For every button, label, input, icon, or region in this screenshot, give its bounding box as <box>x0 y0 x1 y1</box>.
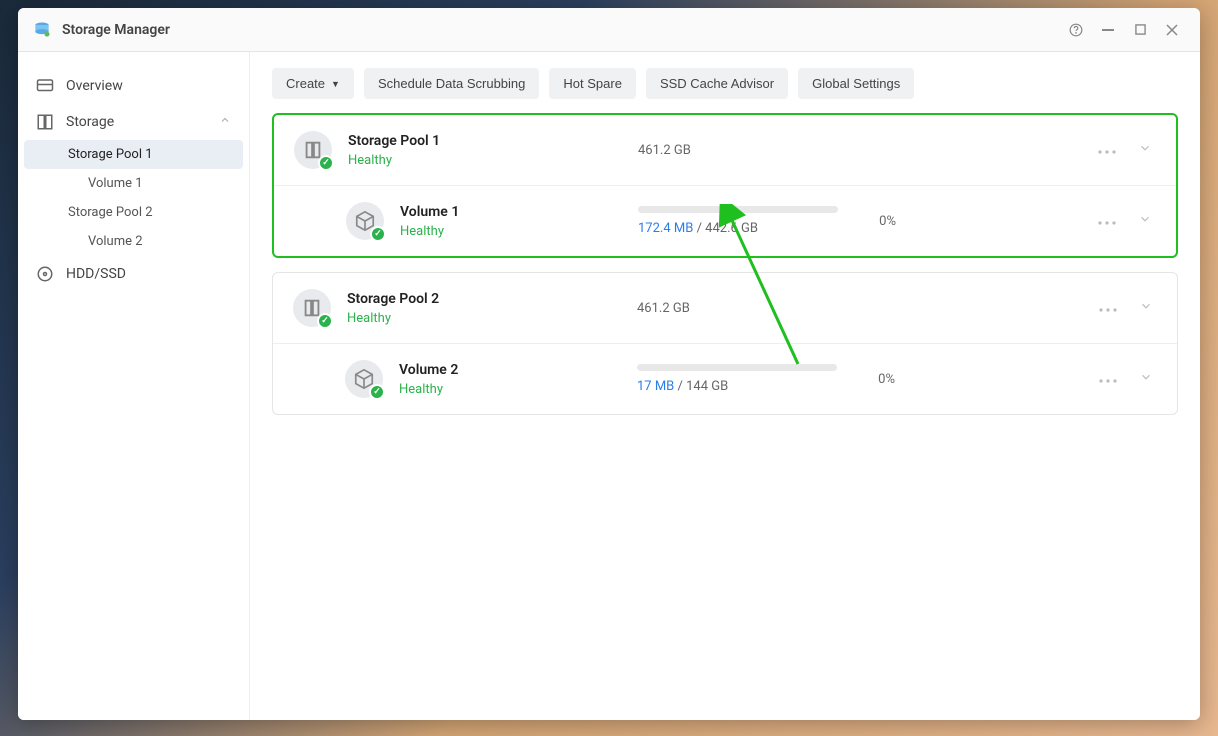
pool-status: Healthy <box>348 153 638 168</box>
volume-status: Healthy <box>400 224 638 239</box>
disk-icon <box>36 265 54 283</box>
main-content: Create ▼ Schedule Data Scrubbing Hot Spa… <box>250 52 1200 720</box>
expand-chevron-icon[interactable] <box>1135 366 1157 392</box>
storage-pool-row-1[interactable]: Storage Pool 1 Healthy 461.2 GB <box>274 115 1176 185</box>
sidebar-item-volume-2[interactable]: Volume 2 <box>24 227 243 256</box>
create-label: Create <box>286 76 325 91</box>
volume-icon <box>345 360 383 398</box>
schedule-scrubbing-button[interactable]: Schedule Data Scrubbing <box>364 68 539 99</box>
sidebar-item-volume-1[interactable]: Volume 1 <box>24 169 243 198</box>
storage-pool-icon <box>294 131 332 169</box>
toolbar: Create ▼ Schedule Data Scrubbing Hot Spa… <box>272 68 1178 99</box>
usage-bar <box>638 206 838 213</box>
overview-icon <box>36 77 54 95</box>
more-actions-button[interactable] <box>1095 368 1121 391</box>
pool-status: Healthy <box>347 311 637 326</box>
window-title: Storage Manager <box>62 22 170 38</box>
storage-pool-icon <box>293 289 331 327</box>
expand-chevron-icon[interactable] <box>1134 208 1156 234</box>
volume-name: Volume 2 <box>399 362 637 378</box>
sidebar-item-storage[interactable]: Storage <box>24 104 243 140</box>
volume-pct: 0% <box>865 372 895 387</box>
global-settings-button[interactable]: Global Settings <box>798 68 914 99</box>
volume-total: 442.6 GB <box>705 221 758 236</box>
caret-down-icon: ▼ <box>331 79 340 89</box>
pool-size: 461.2 GB <box>637 301 690 316</box>
sidebar-storage-label: Storage <box>66 114 114 130</box>
sidebar-item-hdd-ssd[interactable]: HDD/SSD <box>24 256 243 292</box>
expand-chevron-icon[interactable] <box>1135 295 1157 321</box>
sidebar-overview-label: Overview <box>66 78 123 94</box>
ssd-cache-advisor-button[interactable]: SSD Cache Advisor <box>646 68 788 99</box>
volume-row-2[interactable]: Volume 2 Healthy 17 MB / 144 GB 0 <box>273 343 1177 414</box>
sidebar-item-storage-pool-1[interactable]: Storage Pool 1 <box>24 140 243 169</box>
sidebar-item-storage-pool-2[interactable]: Storage Pool 2 <box>24 198 243 227</box>
more-actions-button[interactable] <box>1094 210 1120 233</box>
expand-chevron-icon[interactable] <box>1134 137 1156 163</box>
more-actions-button[interactable] <box>1095 297 1121 320</box>
volume-name: Volume 1 <box>400 204 638 220</box>
healthy-check-icon <box>317 313 333 329</box>
volume-pct: 0% <box>866 214 896 229</box>
storage-pool-card-1: Storage Pool 1 Healthy 461.2 GB <box>272 113 1178 258</box>
app-icon <box>32 20 52 40</box>
volume-status: Healthy <box>399 382 637 397</box>
help-button[interactable] <box>1062 16 1090 44</box>
close-button[interactable] <box>1158 16 1186 44</box>
create-button[interactable]: Create ▼ <box>272 68 354 99</box>
hot-spare-button[interactable]: Hot Spare <box>549 68 636 99</box>
sidebar-item-overview[interactable]: Overview <box>24 68 243 104</box>
healthy-check-icon <box>318 155 334 171</box>
volume-total: 144 GB <box>686 379 728 394</box>
chevron-up-icon <box>219 114 231 130</box>
storage-pool-card-2: Storage Pool 2 Healthy 461.2 GB <box>272 272 1178 415</box>
sidebar: Overview Storage Storage Pool 1 Volume 1… <box>18 52 250 720</box>
titlebar: Storage Manager <box>18 8 1200 52</box>
storage-icon <box>36 113 54 131</box>
volume-row-1[interactable]: Volume 1 Healthy 172.4 MB / 442.6 GB <box>274 185 1176 256</box>
pool-name: Storage Pool 1 <box>348 133 638 149</box>
pool-name: Storage Pool 2 <box>347 291 637 307</box>
healthy-check-icon <box>369 384 385 400</box>
volume-used: 172.4 MB <box>638 221 693 236</box>
volume-icon <box>346 202 384 240</box>
usage-bar <box>637 364 837 371</box>
app-window: Storage Manager Overview <box>18 8 1200 720</box>
minimize-button[interactable] <box>1094 16 1122 44</box>
healthy-check-icon <box>370 226 386 242</box>
maximize-button[interactable] <box>1126 16 1154 44</box>
pool-size: 461.2 GB <box>638 143 691 158</box>
volume-used: 17 MB <box>637 379 674 394</box>
sidebar-hdd-label: HDD/SSD <box>66 266 126 282</box>
storage-pool-row-2[interactable]: Storage Pool 2 Healthy 461.2 GB <box>273 273 1177 343</box>
more-actions-button[interactable] <box>1094 139 1120 162</box>
